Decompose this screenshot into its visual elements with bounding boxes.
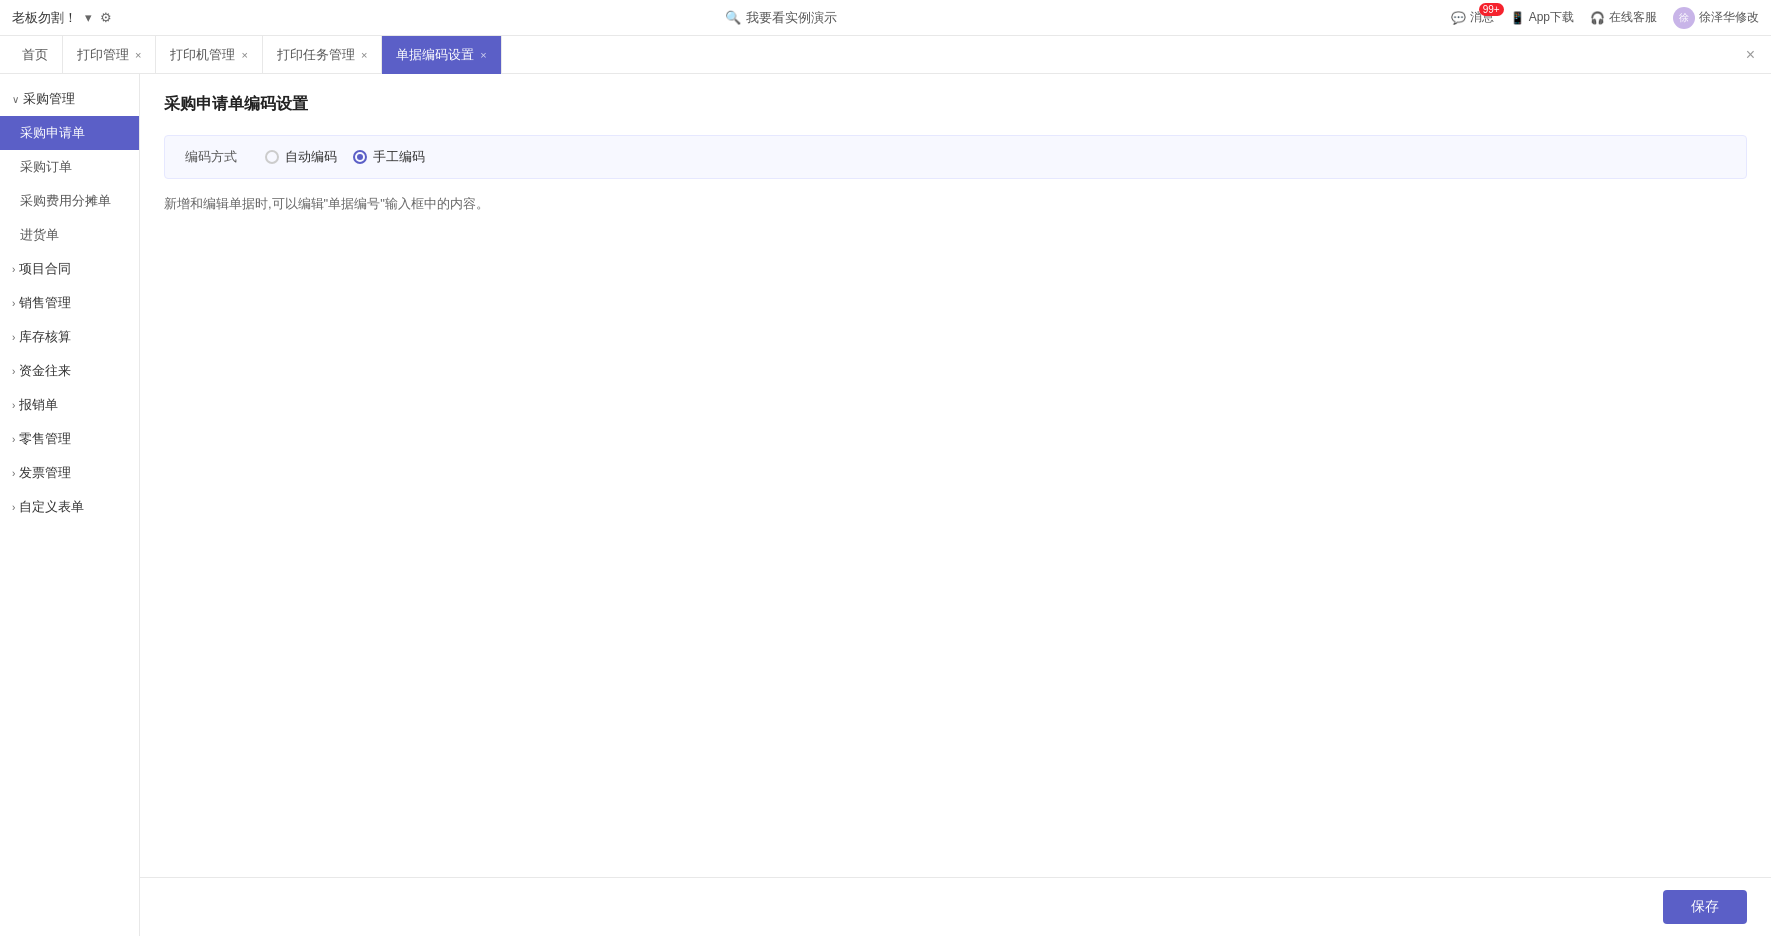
top-bar-left: 老板勿割！ ▾ ⚙	[12, 9, 112, 27]
tab-home[interactable]: 首页	[8, 36, 63, 74]
app-download-button[interactable]: 📱 App下载	[1510, 9, 1574, 26]
top-bar: 老板勿割！ ▾ ⚙ 🔍 我要看实例演示 💬 消息 99+ 📱 App下载 🎧 在…	[0, 0, 1771, 36]
sidebar-item-purchase-order[interactable]: 采购订单	[0, 150, 139, 184]
hint-text: 新增和编辑单据时,可以编辑"单据编号"输入框中的内容。	[164, 195, 1747, 213]
sidebar-group-capital-label: 资金往来	[19, 362, 71, 380]
tab-single-code-setting-close[interactable]: ×	[480, 49, 486, 61]
user-menu[interactable]: 徐 徐泽华修改	[1673, 7, 1759, 29]
chevron-right-icon: ›	[12, 298, 15, 309]
sidebar-group-capital: › 资金往来	[0, 354, 139, 388]
search-bar[interactable]: 🔍 我要看实例演示	[725, 9, 837, 27]
headset-icon: 🎧	[1590, 11, 1605, 25]
search-text: 我要看实例演示	[746, 9, 837, 27]
save-button[interactable]: 保存	[1663, 890, 1747, 924]
chevron-right-icon: ›	[12, 502, 15, 513]
page-title: 采购申请单编码设置	[164, 94, 1747, 115]
sidebar-group-sales-mgmt: › 销售管理	[0, 286, 139, 320]
sidebar-group-custom-form: › 自定义表单	[0, 490, 139, 524]
sidebar-group-retail-label: 零售管理	[19, 430, 71, 448]
sidebar-group-purchase-mgmt: ∨ 采购管理 采购申请单 采购订单 采购费用分摊单 进货单	[0, 82, 139, 252]
tab-single-code-setting-label: 单据编码设置	[396, 46, 474, 64]
tab-printer-mgmt[interactable]: 打印机管理 ×	[156, 36, 262, 74]
sidebar-group-project-contract-label: 项目合同	[19, 260, 71, 278]
sidebar-group-project-contract-title[interactable]: › 项目合同	[0, 252, 139, 286]
tab-printer-mgmt-close[interactable]: ×	[241, 49, 247, 61]
main-layout: ∨ 采购管理 采购申请单 采购订单 采购费用分摊单 进货单 › 项目合同	[0, 74, 1771, 936]
tab-single-code-setting[interactable]: 单据编码设置 ×	[382, 36, 501, 74]
sidebar-group-purchase-mgmt-title[interactable]: ∨ 采购管理	[0, 82, 139, 116]
chevron-down-icon: ∨	[12, 94, 19, 105]
sidebar-group-inventory: › 库存核算	[0, 320, 139, 354]
search-icon: 🔍	[725, 10, 741, 25]
sidebar-group-invoice-label: 发票管理	[19, 464, 71, 482]
global-close-icon[interactable]: ×	[1738, 46, 1763, 64]
chevron-right-icon: ›	[12, 366, 15, 377]
chevron-right-icon: ›	[12, 264, 15, 275]
sidebar-group-return: › 报销单	[0, 388, 139, 422]
app-download-label: App下载	[1529, 9, 1574, 26]
tab-bar: 首页 打印管理 × 打印机管理 × 打印任务管理 × 单据编码设置 × ×	[0, 36, 1771, 74]
message-icon: 💬	[1451, 11, 1466, 25]
tab-print-task-mgmt[interactable]: 打印任务管理 ×	[263, 36, 382, 74]
manual-code-option[interactable]: 手工编码	[353, 148, 425, 166]
sidebar: ∨ 采购管理 采购申请单 采购订单 采购费用分摊单 进货单 › 项目合同	[0, 74, 140, 936]
online-service-label: 在线客服	[1609, 9, 1657, 26]
coding-section: 编码方式 自动编码 手工编码	[164, 135, 1747, 179]
footer-bar: 保存	[140, 877, 1771, 936]
app-download-icon: 📱	[1510, 11, 1525, 25]
tab-home-label: 首页	[22, 46, 48, 64]
sidebar-group-sales-mgmt-label: 销售管理	[19, 294, 71, 312]
auto-code-radio[interactable]	[265, 150, 279, 164]
sidebar-group-inventory-label: 库存核算	[19, 328, 71, 346]
sidebar-group-sales-mgmt-title[interactable]: › 销售管理	[0, 286, 139, 320]
top-bar-right: 💬 消息 99+ 📱 App下载 🎧 在线客服 徐 徐泽华修改	[1451, 7, 1759, 29]
tab-print-task-mgmt-label: 打印任务管理	[277, 46, 355, 64]
sidebar-group-project-contract: › 项目合同	[0, 252, 139, 286]
auto-code-option[interactable]: 自动编码	[265, 148, 337, 166]
message-badge: 99+	[1479, 3, 1504, 16]
manual-code-label: 手工编码	[373, 148, 425, 166]
sidebar-group-inventory-title[interactable]: › 库存核算	[0, 320, 139, 354]
sidebar-group-retail-title[interactable]: › 零售管理	[0, 422, 139, 456]
sidebar-group-purchase-mgmt-label: 采购管理	[23, 90, 75, 108]
online-service-button[interactable]: 🎧 在线客服	[1590, 9, 1657, 26]
chevron-right-icon: ›	[12, 332, 15, 343]
sidebar-item-purchase-expense[interactable]: 采购费用分摊单	[0, 184, 139, 218]
tab-print-mgmt[interactable]: 打印管理 ×	[63, 36, 156, 74]
avatar: 徐	[1673, 7, 1695, 29]
tab-print-mgmt-close[interactable]: ×	[135, 49, 141, 61]
sidebar-group-invoice: › 发票管理	[0, 456, 139, 490]
sidebar-group-return-title[interactable]: › 报销单	[0, 388, 139, 422]
tab-print-mgmt-label: 打印管理	[77, 46, 129, 64]
sidebar-group-retail: › 零售管理	[0, 422, 139, 456]
sidebar-item-stock-in[interactable]: 进货单	[0, 218, 139, 252]
chevron-right-icon: ›	[12, 434, 15, 445]
manual-code-radio[interactable]	[353, 150, 367, 164]
content-area: 采购申请单编码设置 编码方式 自动编码 手工编码 新增和编辑单据时,可以编辑"单…	[140, 74, 1771, 877]
sidebar-item-purchase-request[interactable]: 采购申请单	[0, 116, 139, 150]
coding-label: 编码方式	[185, 148, 237, 166]
main-content: 采购申请单编码设置 编码方式 自动编码 手工编码 新增和编辑单据时,可以编辑"单…	[140, 74, 1771, 936]
sidebar-group-custom-form-label: 自定义表单	[19, 498, 84, 516]
tab-print-task-mgmt-close[interactable]: ×	[361, 49, 367, 61]
user-name: 徐泽华修改	[1699, 9, 1759, 26]
tab-printer-mgmt-label: 打印机管理	[170, 46, 235, 64]
sidebar-group-return-label: 报销单	[19, 396, 58, 414]
sidebar-group-invoice-title[interactable]: › 发票管理	[0, 456, 139, 490]
settings-icon[interactable]: ⚙	[100, 10, 112, 25]
chevron-right-icon: ›	[12, 468, 15, 479]
sidebar-group-capital-title[interactable]: › 资金往来	[0, 354, 139, 388]
dropdown-icon[interactable]: ▾	[85, 10, 92, 25]
message-button[interactable]: 💬 消息 99+	[1451, 9, 1494, 26]
sidebar-group-custom-form-title[interactable]: › 自定义表单	[0, 490, 139, 524]
chevron-right-icon: ›	[12, 400, 15, 411]
brand-text: 老板勿割！	[12, 9, 77, 27]
auto-code-label: 自动编码	[285, 148, 337, 166]
